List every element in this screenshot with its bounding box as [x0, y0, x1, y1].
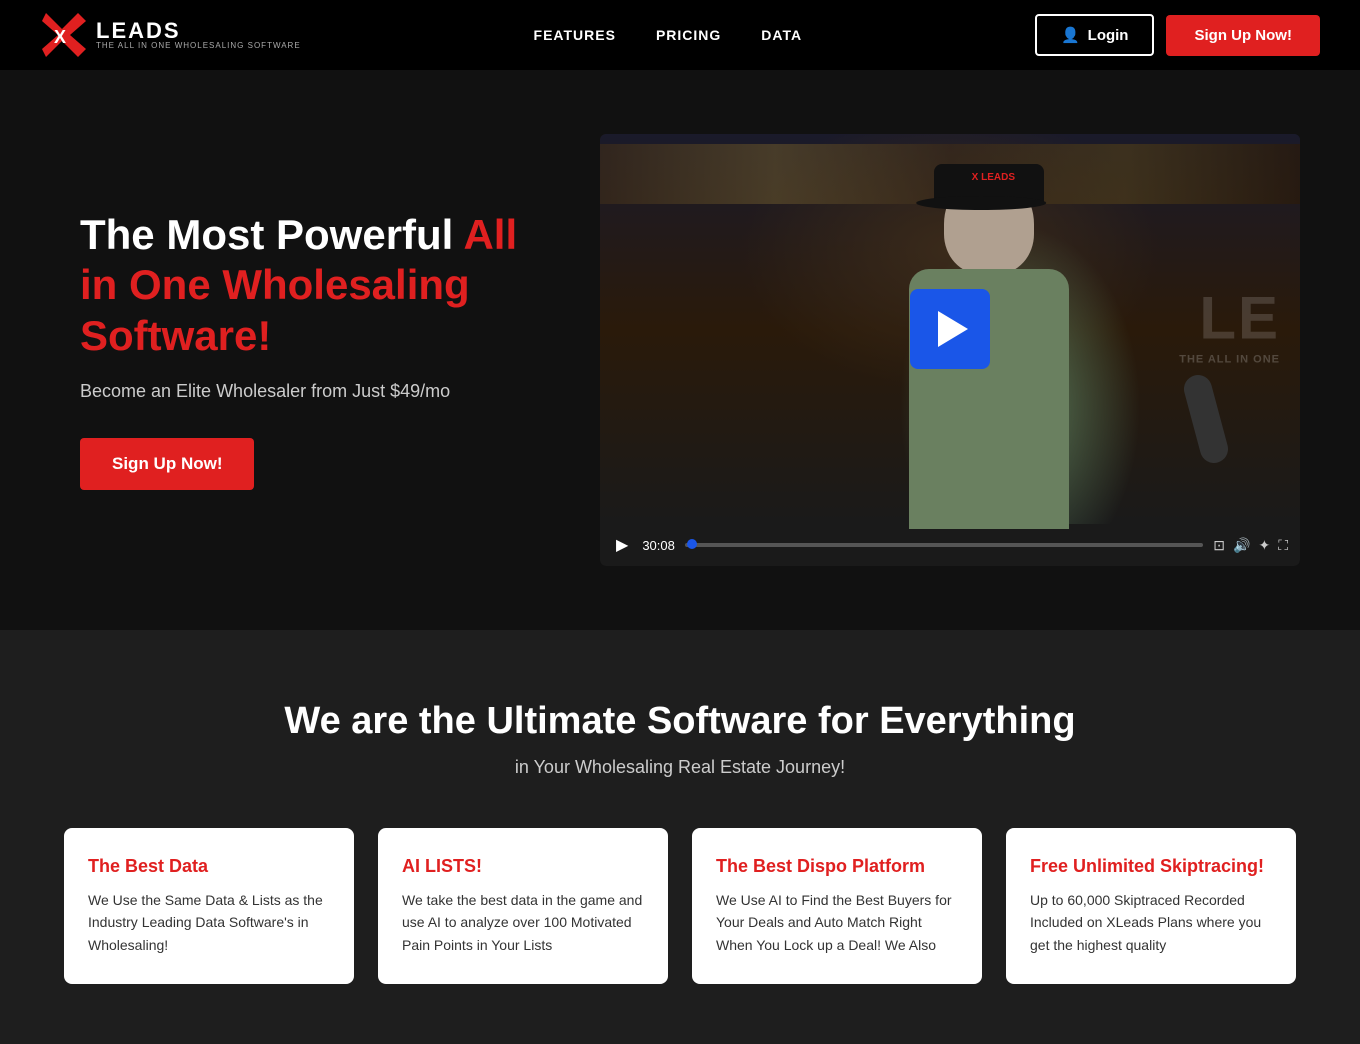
video-controls: ▶ 30:08 ⊡ 🔊 ✦ ⛶	[600, 524, 1300, 566]
progress-dot	[687, 539, 697, 549]
hero-video: X LEADS LE THE ALL IN ONE ▶ 30:08	[600, 134, 1300, 566]
video-control-icons: ⊡ 🔊 ✦ ⛶	[1213, 537, 1288, 554]
logo-subtitle: THE ALL IN ONE WHOLESALING SOFTWARE	[96, 42, 301, 50]
play-button[interactable]	[910, 289, 990, 369]
nav-pricing[interactable]: PRICING	[656, 27, 721, 43]
card-body-2: We Use AI to Find the Best Buyers for Yo…	[716, 889, 958, 956]
section2: We are the Ultimate Software for Everyth…	[0, 630, 1360, 1044]
play-control-button[interactable]: ▶	[612, 535, 632, 555]
video-thumbnail: X LEADS LE THE ALL IN ONE	[600, 134, 1300, 524]
signup-nav-button[interactable]: Sign Up Now!	[1166, 15, 1320, 56]
feature-cards-row: The Best Data We Use the Same Data & Lis…	[60, 828, 1300, 984]
login-button[interactable]: 👤 Login	[1035, 14, 1155, 56]
section2-title: We are the Ultimate Software for Everyth…	[60, 700, 1300, 743]
signup-hero-button[interactable]: Sign Up Now!	[80, 438, 254, 490]
progress-bar[interactable]	[685, 543, 1203, 547]
feature-card-1: AI LISTS! We take the best data in the g…	[378, 828, 668, 984]
card-title-1: AI LISTS!	[402, 856, 644, 877]
hero-headline-plain: The Most Powerful	[80, 211, 463, 258]
hero-section: The Most Powerful All in One Wholesaling…	[0, 70, 1360, 630]
logo-x-icon: X	[40, 11, 88, 59]
feature-card-0: The Best Data We Use the Same Data & Lis…	[64, 828, 354, 984]
nav-actions: 👤 Login Sign Up Now!	[1035, 14, 1320, 56]
logo-brand: LEADS	[96, 20, 301, 42]
card-title-0: The Best Data	[88, 856, 330, 877]
hero-left: The Most Powerful All in One Wholesaling…	[80, 210, 560, 490]
nav-links: FEATURES PRICING DATA	[534, 27, 803, 43]
card-body-0: We Use the Same Data & Lists as the Indu…	[88, 889, 330, 956]
nav-features[interactable]: FEATURES	[534, 27, 616, 43]
card-title-2: The Best Dispo Platform	[716, 856, 958, 877]
logo: X LEADS THE ALL IN ONE WHOLESALING SOFTW…	[40, 11, 301, 59]
card-body-1: We take the best data in the game and us…	[402, 889, 644, 956]
section2-subtitle: in Your Wholesaling Real Estate Journey!	[60, 757, 1300, 778]
nav-data[interactable]: DATA	[761, 27, 802, 43]
card-body-3: Up to 60,000 Skiptraced Recorded Include…	[1030, 889, 1272, 956]
feature-card-2: The Best Dispo Platform We Use AI to Fin…	[692, 828, 982, 984]
volume-icon[interactable]: 🔊	[1233, 537, 1250, 554]
video-text-overlay: LE THE ALL IN ONE	[1179, 291, 1280, 366]
hero-subtext: Become an Elite Wholesaler from Just $49…	[80, 381, 560, 402]
video-time: 30:08	[642, 538, 675, 553]
card-title-3: Free Unlimited Skiptracing!	[1030, 856, 1272, 877]
svg-text:X: X	[54, 27, 66, 47]
play-triangle-icon	[938, 311, 968, 347]
fullscreen-icon[interactable]: ⛶	[1278, 537, 1288, 554]
navbar: X LEADS THE ALL IN ONE WHOLESALING SOFTW…	[0, 0, 1360, 70]
cc-icon[interactable]: ⊡	[1213, 537, 1225, 554]
feature-card-3: Free Unlimited Skiptracing! Up to 60,000…	[1006, 828, 1296, 984]
settings-icon[interactable]: ✦	[1258, 537, 1270, 554]
person-icon: 👤	[1061, 26, 1080, 44]
logo-text: LEADS THE ALL IN ONE WHOLESALING SOFTWAR…	[96, 20, 301, 50]
hero-headline: The Most Powerful All in One Wholesaling…	[80, 210, 560, 361]
